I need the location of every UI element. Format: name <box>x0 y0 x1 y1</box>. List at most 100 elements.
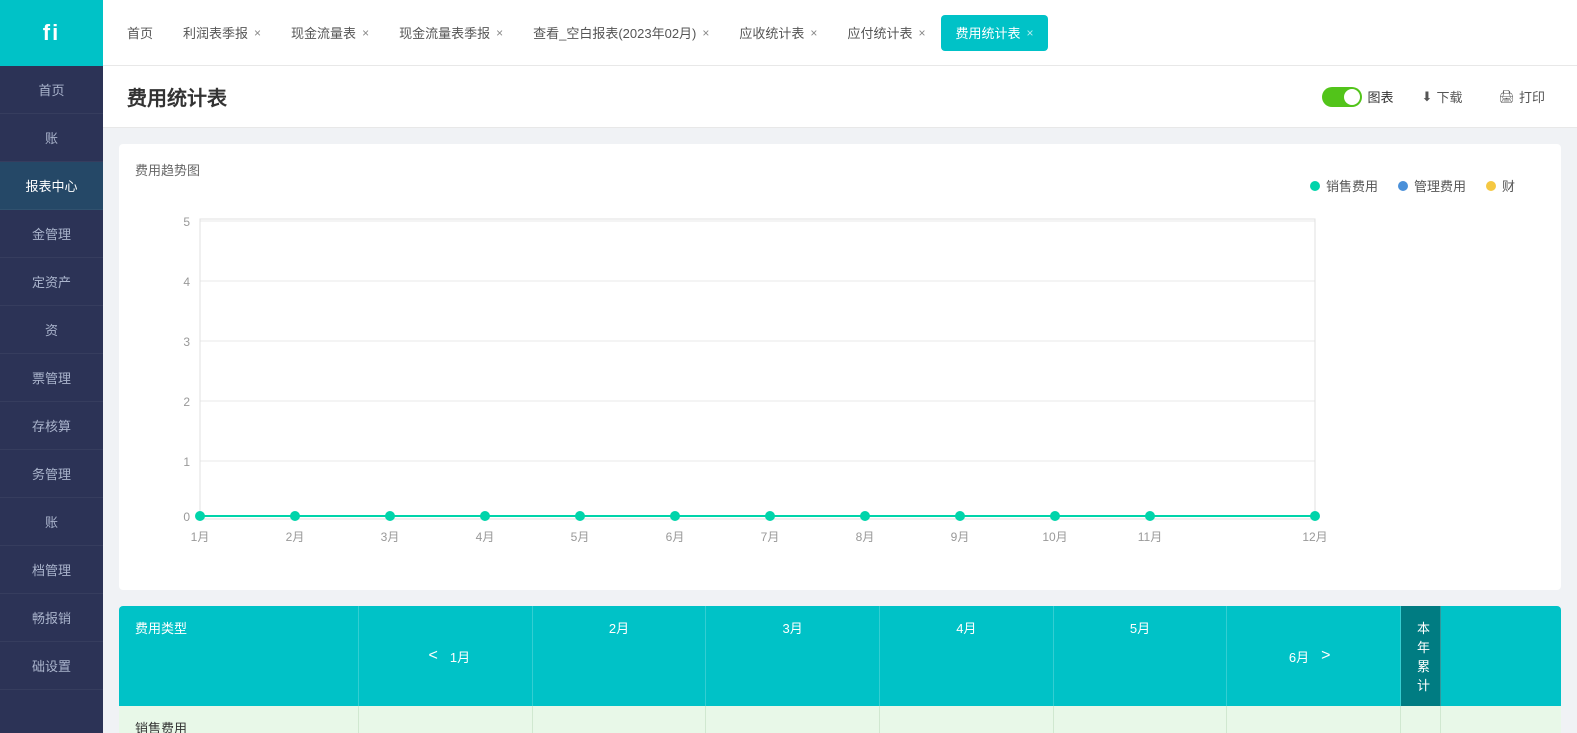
th-nav-next: 6月 > <box>1227 606 1401 706</box>
chart-point-12 <box>1310 511 1320 521</box>
svg-text:2月: 2月 <box>286 530 305 544</box>
tab-expense-stats[interactable]: 费用统计表 × <box>941 15 1047 51</box>
svg-text:11月: 11月 <box>1138 530 1162 544</box>
tab-profit-quarterly[interactable]: 利润表季报 × <box>169 15 275 51</box>
tab-home[interactable]: 首页 <box>113 15 167 51</box>
sidebar: fi 首页 账 报表中心 金管理 定资产 资 票管理 存核算 务管理 账 档管理… <box>0 0 103 733</box>
svg-text:0: 0 <box>183 510 190 524</box>
page-header: 费用统计表 图表 ⬇ 下载 🖨 打印 <box>103 66 1577 128</box>
sidebar-item-account[interactable]: 账 <box>0 498 103 546</box>
legend-sales-dot <box>1310 181 1320 191</box>
print-icon: 🖨 <box>1498 89 1515 105</box>
td-m1 <box>359 706 533 733</box>
legend-finance-dot <box>1486 181 1496 191</box>
td-m6 <box>1227 706 1401 733</box>
prev-month-button[interactable]: < <box>421 647 446 665</box>
sidebar-item-settings[interactable]: 础设置 <box>0 642 103 690</box>
table-row: 销售费用 <box>119 706 1561 733</box>
table-header: 费用类型 < 1月 2月 3月 4月 5月 6月 > 本年累计 <box>119 606 1561 706</box>
sidebar-item-cash[interactable]: 金管理 <box>0 210 103 258</box>
td-type: 销售费用 <box>119 706 359 733</box>
page-title: 费用统计表 <box>127 82 227 111</box>
svg-text:1月: 1月 <box>191 530 210 544</box>
page-area: 费用统计表 图表 ⬇ 下载 🖨 打印 <box>103 66 1577 733</box>
chart-container: 5 4 3 2 1 0 <box>135 191 1545 574</box>
sidebar-item-inventory[interactable]: 存核算 <box>0 402 103 450</box>
sidebar-item-resources[interactable]: 资 <box>0 306 103 354</box>
tab-bar: 首页 利润表季报 × 现金流量表 × 现金流量表季报 × 查看_空白报表(202… <box>103 0 1577 66</box>
td-m4 <box>880 706 1054 733</box>
svg-text:9月: 9月 <box>951 530 970 544</box>
chart-toggle-label: 图表 <box>1368 87 1394 106</box>
tab-close-receivable[interactable]: × <box>810 26 817 40</box>
chart-point-1 <box>195 511 205 521</box>
td-m2 <box>533 706 707 733</box>
th-ytd: 本年累计 <box>1401 606 1441 706</box>
tab-close-profit[interactable]: × <box>254 26 261 40</box>
tab-close-payable[interactable]: × <box>918 26 925 40</box>
th-month6: 6月 <box>1289 647 1309 666</box>
main-content: 首页 利润表季报 × 现金流量表 × 现金流量表季报 × 查看_空白报表(202… <box>103 0 1577 733</box>
svg-text:6月: 6月 <box>666 530 685 544</box>
svg-text:8月: 8月 <box>856 530 875 544</box>
trend-chart: 5 4 3 2 1 0 <box>135 191 1545 571</box>
chart-point-11 <box>1145 511 1155 521</box>
td-m5 <box>1054 706 1228 733</box>
tab-payable[interactable]: 应付统计表 × <box>833 15 939 51</box>
tab-receivable[interactable]: 应收统计表 × <box>725 15 831 51</box>
chart-point-10 <box>1050 511 1060 521</box>
sidebar-item-reports[interactable]: 报表中心 <box>0 162 103 210</box>
sidebar-item-services[interactable]: 务管理 <box>0 450 103 498</box>
table-section: 费用类型 < 1月 2月 3月 4月 5月 6月 > 本年累计 <box>119 606 1561 733</box>
td-m3 <box>706 706 880 733</box>
svg-text:7月: 7月 <box>761 530 780 544</box>
chart-point-3 <box>385 511 395 521</box>
svg-text:4: 4 <box>183 275 190 289</box>
chart-point-8 <box>860 511 870 521</box>
td-ytd <box>1401 706 1441 733</box>
svg-text:3月: 3月 <box>381 530 400 544</box>
svg-text:5: 5 <box>183 215 190 229</box>
chart-toggle[interactable] <box>1322 87 1362 107</box>
print-button[interactable]: 🖨 打印 <box>1490 83 1553 110</box>
th-type: 费用类型 <box>119 606 359 706</box>
sidebar-item-ledger[interactable]: 账 <box>0 114 103 162</box>
download-icon: ⬇ <box>1422 89 1433 105</box>
chart-point-9 <box>955 511 965 521</box>
sidebar-item-fixed-assets[interactable]: 定资产 <box>0 258 103 306</box>
th-month1: 1月 <box>450 647 470 666</box>
tab-close-cashflow[interactable]: × <box>362 26 369 40</box>
legend-admin-dot <box>1398 181 1408 191</box>
chart-point-5 <box>575 511 585 521</box>
chart-point-4 <box>480 511 490 521</box>
chart-point-2 <box>290 511 300 521</box>
chart-toggle-wrapper: 图表 <box>1322 87 1394 107</box>
tab-cashflow-quarterly[interactable]: 现金流量表季报 × <box>385 15 517 51</box>
header-actions: 图表 ⬇ 下载 🖨 打印 <box>1322 83 1553 110</box>
th-month5: 5月 <box>1054 606 1228 706</box>
next-month-button[interactable]: > <box>1313 647 1338 665</box>
tab-close-expense[interactable]: × <box>1026 26 1033 40</box>
chart-section: 费用趋势图 销售费用 管理费用 财 <box>119 144 1561 590</box>
sidebar-item-tickets[interactable]: 票管理 <box>0 354 103 402</box>
svg-text:1: 1 <box>183 455 190 469</box>
svg-text:3: 3 <box>183 335 190 349</box>
th-month2: 2月 <box>533 606 707 706</box>
sidebar-item-archive[interactable]: 档管理 <box>0 546 103 594</box>
tab-cashflow[interactable]: 现金流量表 × <box>277 15 383 51</box>
th-month4: 4月 <box>880 606 1054 706</box>
sidebar-item-home[interactable]: 首页 <box>0 66 103 114</box>
svg-text:10月: 10月 <box>1042 530 1067 544</box>
sidebar-logo: fi <box>0 0 103 66</box>
tab-blank-report[interactable]: 查看_空白报表(2023年02月) × <box>519 15 723 51</box>
svg-text:4月: 4月 <box>476 530 495 544</box>
chart-point-7 <box>765 511 775 521</box>
download-button[interactable]: ⬇ 下载 <box>1414 83 1471 110</box>
th-month3: 3月 <box>706 606 880 706</box>
tab-close-cashflow-quarterly[interactable]: × <box>496 26 503 40</box>
svg-text:2: 2 <box>183 395 190 409</box>
tab-close-blank[interactable]: × <box>702 26 709 40</box>
th-nav-prev: < 1月 <box>359 606 533 706</box>
chart-point-6 <box>670 511 680 521</box>
sidebar-item-expense[interactable]: 畅报销 <box>0 594 103 642</box>
